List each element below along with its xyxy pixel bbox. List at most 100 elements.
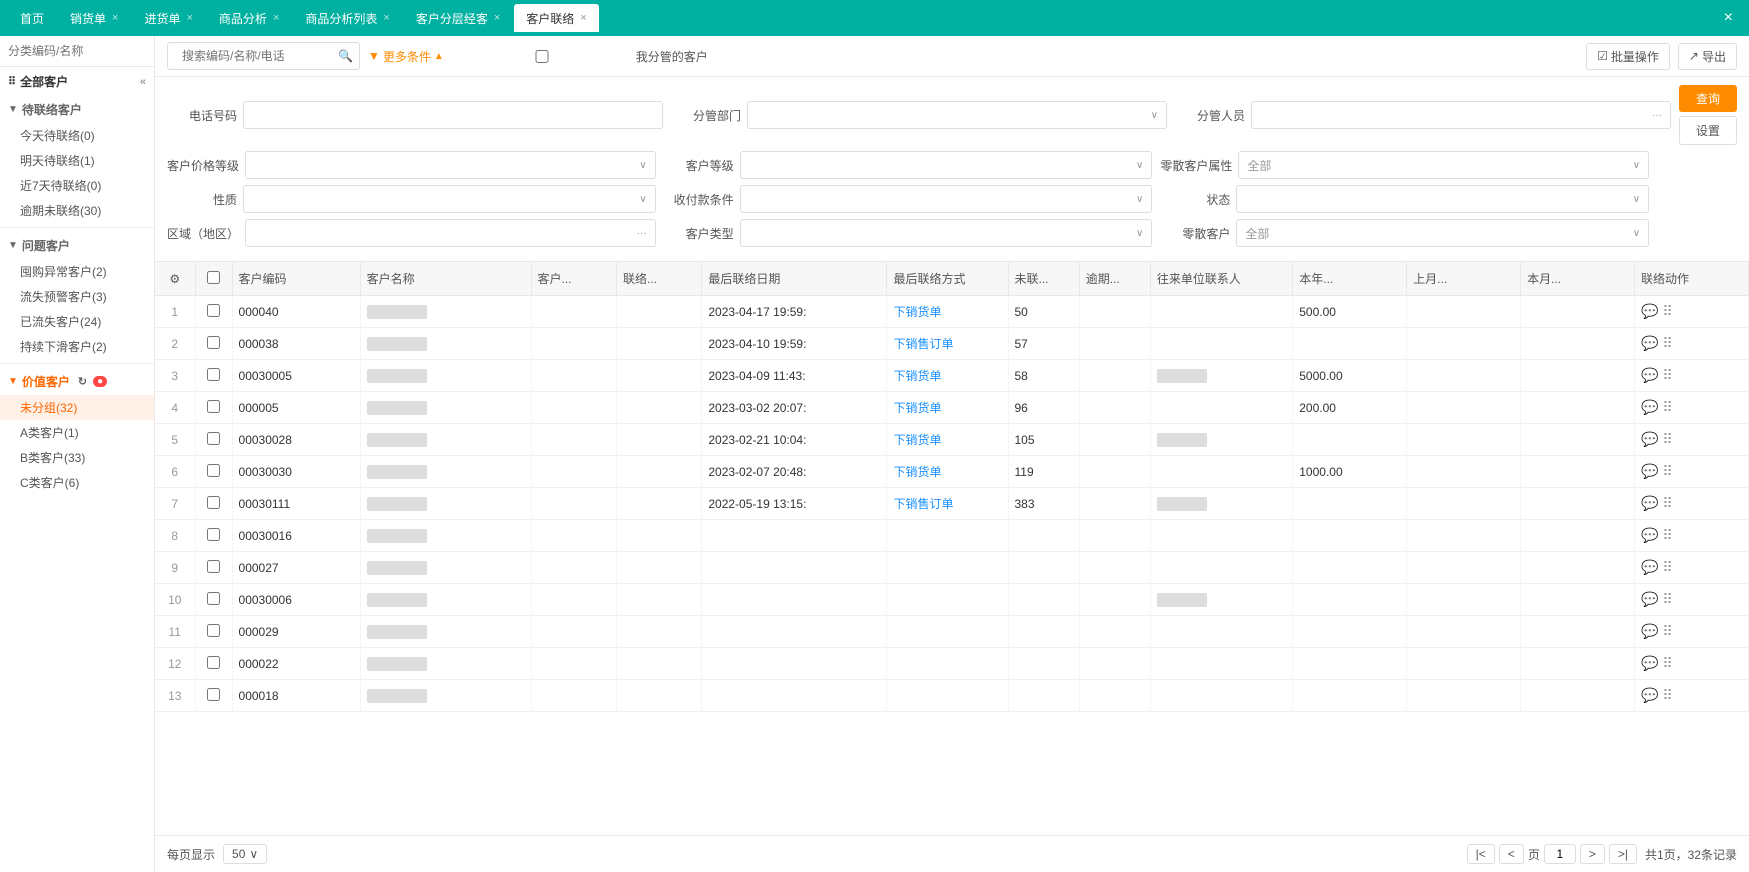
row-checkbox[interactable]: [207, 528, 220, 541]
sidebar-collapse-icon[interactable]: «: [140, 76, 146, 88]
sidebar-item-abnormal[interactable]: 囤购异常客户(2): [0, 259, 154, 284]
tab-customer-segment[interactable]: 客户分层经客 ×: [404, 4, 512, 32]
search-icon[interactable]: 🔍: [338, 49, 353, 63]
last-method-link[interactable]: 下销货单: [893, 305, 941, 319]
more-icon[interactable]: ⠿: [1662, 527, 1672, 544]
sidebar-item-overdue[interactable]: 逾期未联络(30): [0, 198, 154, 223]
retail-attr-select[interactable]: 全部 ∨: [1238, 151, 1649, 179]
close-customer-contact-tab[interactable]: ×: [580, 12, 586, 24]
more-icon[interactable]: ⠿: [1662, 591, 1672, 608]
region-select[interactable]: ···: [245, 219, 656, 247]
tab-sales[interactable]: 销货单 ×: [58, 4, 130, 32]
more-icon[interactable]: ⠿: [1662, 623, 1672, 640]
sidebar-item-churn-warning[interactable]: 流失预警客户(3): [0, 284, 154, 309]
select-all-checkbox[interactable]: [207, 271, 220, 284]
customer-level-select[interactable]: ∨: [740, 151, 1153, 179]
chat-icon[interactable]: 💬: [1641, 431, 1658, 448]
sidebar-group-problem[interactable]: ▼ 问题客户: [0, 232, 154, 259]
chat-icon[interactable]: 💬: [1641, 303, 1658, 320]
close-analysis-tab[interactable]: ×: [273, 12, 279, 24]
more-icon[interactable]: ⠿: [1662, 463, 1672, 480]
more-icon[interactable]: ⠿: [1662, 303, 1672, 320]
close-purchase-tab[interactable]: ×: [186, 12, 192, 24]
customer-type-select[interactable]: ∨: [740, 219, 1153, 247]
nature-select[interactable]: ∨: [243, 185, 656, 213]
row-checkbox[interactable]: [207, 400, 220, 413]
row-checkbox[interactable]: [207, 304, 220, 317]
my-customers-checkbox-label[interactable]: 我分管的客户: [452, 48, 708, 65]
query-button[interactable]: 查询: [1679, 85, 1737, 112]
global-close-button[interactable]: ×: [1716, 9, 1741, 27]
more-icon[interactable]: ⠿: [1662, 655, 1672, 672]
close-customer-segment-tab[interactable]: ×: [494, 12, 500, 24]
sidebar-search-input[interactable]: [8, 44, 155, 58]
chat-icon[interactable]: 💬: [1641, 495, 1658, 512]
first-page-button[interactable]: |<: [1467, 844, 1495, 864]
year-column-header[interactable]: 本年...: [1293, 262, 1407, 296]
sidebar-item-b-class[interactable]: B类客户(33): [0, 445, 154, 470]
batch-ops-button[interactable]: ☑ 批量操作: [1586, 43, 1670, 70]
last-method-link[interactable]: 下销货单: [893, 369, 941, 383]
checkbox-column-header[interactable]: [195, 262, 232, 296]
more-icon[interactable]: ⠿: [1662, 559, 1672, 576]
sidebar-item-c-class[interactable]: C类客户(6): [0, 470, 154, 495]
tab-purchase[interactable]: 进货单 ×: [132, 4, 204, 32]
phone-input[interactable]: [243, 101, 663, 129]
sidebar-item-week[interactable]: 近7天待联络(0): [0, 173, 154, 198]
my-customers-checkbox[interactable]: [452, 50, 632, 63]
filter-more-button[interactable]: ▼ 更多条件 ▲: [368, 48, 444, 65]
prev-page-button[interactable]: <: [1499, 844, 1524, 864]
sidebar-item-today[interactable]: 今天待联络(0): [0, 123, 154, 148]
dept-select[interactable]: ∨: [747, 101, 1167, 129]
name-column-header[interactable]: 客户名称: [360, 262, 531, 296]
last-method-link[interactable]: 下销货单: [893, 433, 941, 447]
reset-button[interactable]: 设置: [1679, 116, 1737, 145]
chat-icon[interactable]: 💬: [1641, 335, 1658, 352]
sidebar-item-unclassified[interactable]: 未分组(32): [0, 395, 154, 420]
row-checkbox[interactable]: [207, 496, 220, 509]
type-column-header[interactable]: 客户...: [531, 262, 616, 296]
last-method-column-header[interactable]: 最后联络方式: [887, 262, 1008, 296]
overdue-column-header[interactable]: 逾期...: [1079, 262, 1150, 296]
last-method-link[interactable]: 下销售订单: [893, 497, 953, 511]
tab-customer-contact[interactable]: 客户联络 ×: [514, 4, 598, 32]
sidebar-item-a-class[interactable]: A类客户(1): [0, 420, 154, 445]
search-input[interactable]: [174, 45, 334, 67]
chat-icon[interactable]: 💬: [1641, 623, 1658, 640]
last-page-button[interactable]: >|: [1609, 844, 1637, 864]
last-date-column-header[interactable]: 最后联络日期: [702, 262, 887, 296]
last-method-link[interactable]: 下销货单: [893, 401, 941, 415]
chat-icon[interactable]: 💬: [1641, 527, 1658, 544]
page-size-selector[interactable]: 50 ∨: [223, 844, 267, 864]
sidebar-group-pending[interactable]: ▼ 待联络客户: [0, 96, 154, 123]
sidebar-item-declining[interactable]: 持续下滑客户(2): [0, 334, 154, 359]
sidebar-item-tomorrow[interactable]: 明天待联络(1): [0, 148, 154, 173]
more-icon[interactable]: ⠿: [1662, 335, 1672, 352]
chat-icon[interactable]: 💬: [1641, 591, 1658, 608]
sidebar-item-churned[interactable]: 已流失客户(24): [0, 309, 154, 334]
row-checkbox[interactable]: [207, 336, 220, 349]
last-method-link[interactable]: 下销售订单: [893, 337, 953, 351]
more-icon[interactable]: ⠿: [1662, 495, 1672, 512]
row-checkbox[interactable]: [207, 688, 220, 701]
chat-icon[interactable]: 💬: [1641, 559, 1658, 576]
sidebar-group-value[interactable]: ▼ 价值客户 ↻ ●: [0, 368, 154, 395]
close-analysis-list-tab[interactable]: ×: [383, 12, 389, 24]
close-sales-tab[interactable]: ×: [112, 12, 118, 24]
tab-analysis[interactable]: 商品分析 ×: [207, 4, 291, 32]
chat-icon[interactable]: 💬: [1641, 687, 1658, 704]
days-column-header[interactable]: 未联...: [1008, 262, 1079, 296]
retail-customer-select[interactable]: 全部 ∨: [1236, 219, 1649, 247]
thismonth-column-header[interactable]: 本月...: [1521, 262, 1635, 296]
row-checkbox[interactable]: [207, 560, 220, 573]
export-button[interactable]: ↗ 导出: [1678, 43, 1737, 70]
row-checkbox[interactable]: [207, 464, 220, 477]
chat-icon[interactable]: 💬: [1641, 367, 1658, 384]
next-page-button[interactable]: >: [1580, 844, 1605, 864]
row-checkbox[interactable]: [207, 656, 220, 669]
refresh-icon[interactable]: ↻: [78, 375, 87, 388]
chat-icon[interactable]: 💬: [1641, 655, 1658, 672]
row-checkbox[interactable]: [207, 592, 220, 605]
chat-icon[interactable]: 💬: [1641, 463, 1658, 480]
tab-analysis-list[interactable]: 商品分析列表 ×: [293, 4, 401, 32]
